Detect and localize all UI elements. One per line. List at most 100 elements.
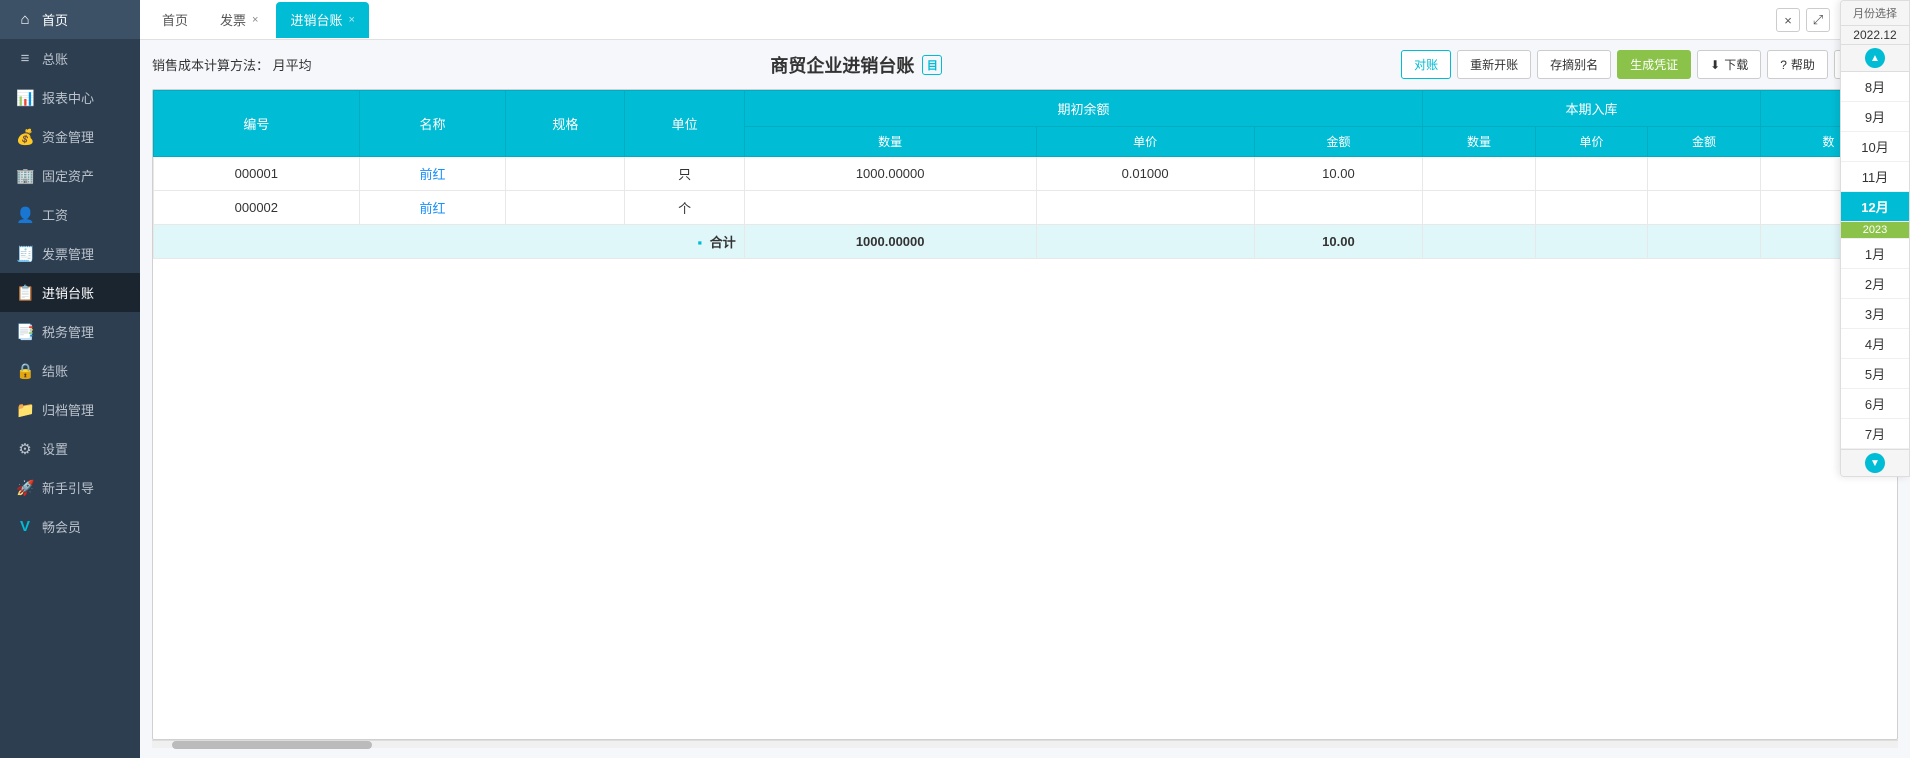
cell-inbound-price xyxy=(1535,191,1647,225)
month-item-2023-7[interactable]: 7月 xyxy=(1841,419,1909,449)
help-icon: ? xyxy=(1780,58,1787,72)
cell-spec xyxy=(506,157,625,191)
sidebar-item-label: 设置 xyxy=(42,439,68,458)
month-item-2023-1[interactable]: 1月 xyxy=(1841,239,1909,269)
tab-invoice-label: 发票 xyxy=(220,10,246,29)
total-inbound-price xyxy=(1535,225,1647,259)
close-account-icon: 🔒 xyxy=(16,362,34,380)
total-label: ▪ 合计 xyxy=(154,225,745,259)
page-title-area: 商贸企业进销台账 目 xyxy=(770,52,942,78)
tab-purchase-sales-label: 进销台账 xyxy=(290,10,342,29)
sidebar-item-assets[interactable]: 🏢 固定资产 xyxy=(0,156,140,195)
sidebar-item-ledger[interactable]: ≡ 总账 xyxy=(0,39,140,78)
sidebar-item-tax[interactable]: 📑 税务管理 xyxy=(0,312,140,351)
sidebar-item-close[interactable]: 🔒 结账 xyxy=(0,351,140,390)
cell-number: 000001 xyxy=(154,157,360,191)
cell-inbound-amount xyxy=(1648,191,1760,225)
month-item-10[interactable]: 10月 xyxy=(1841,132,1909,162)
col-unit: 单位 xyxy=(625,91,744,157)
table-row: 000001 前红 只 1000.00000 0.01000 10.00 xyxy=(154,157,1897,191)
month-item-2023-4[interactable]: 4月 xyxy=(1841,329,1909,359)
maximize-window-button[interactable]: ⤢ xyxy=(1806,8,1830,32)
sidebar-item-home[interactable]: ⌂ 首页 xyxy=(0,0,140,39)
col-inbound-qty: 数量 xyxy=(1423,127,1535,157)
sidebar-item-label: 资金管理 xyxy=(42,127,94,146)
total-inbound-qty xyxy=(1423,225,1535,259)
month-item-12[interactable]: 12月 xyxy=(1841,192,1909,222)
tab-purchase-sales[interactable]: 进销台账 × xyxy=(276,2,368,38)
month-item-2023-3[interactable]: 3月 xyxy=(1841,299,1909,329)
tax-icon: 📑 xyxy=(16,323,34,341)
month-item-11[interactable]: 11月 xyxy=(1841,162,1909,192)
cell-inbound-price xyxy=(1535,157,1647,191)
save-alias-button[interactable]: 存摘别名 xyxy=(1537,50,1611,79)
cell-number: 000002 xyxy=(154,191,360,225)
month-item-2023-6[interactable]: 6月 xyxy=(1841,389,1909,419)
total-opening-price xyxy=(1036,225,1254,259)
sidebar-item-vip[interactable]: V 畅会员 xyxy=(0,507,140,546)
vip-icon: V xyxy=(16,518,34,535)
tab-home[interactable]: 首页 xyxy=(148,2,202,38)
tab-home-label: 首页 xyxy=(162,10,188,29)
col-inbound-price: 单价 xyxy=(1535,127,1647,157)
sidebar-item-label: 工资 xyxy=(42,205,68,224)
download-button[interactable]: ⬇ 下载 xyxy=(1697,50,1761,79)
cost-method-value: 月平均 xyxy=(273,58,312,73)
horizontal-scrollbar[interactable] xyxy=(152,740,1898,748)
generate-voucher-button[interactable]: 生成凭证 xyxy=(1617,50,1691,79)
sidebar-item-label: 固定资产 xyxy=(42,166,94,185)
action-buttons: 对账 重新开账 存摘别名 生成凭证 ⬇ 下载 ? 帮助 ↻ 刷新 xyxy=(1401,50,1898,79)
name-link[interactable]: 前红 xyxy=(419,201,445,216)
month-item-2023-5[interactable]: 5月 xyxy=(1841,359,1909,389)
cell-inbound-qty xyxy=(1423,157,1535,191)
cell-opening-price: 0.01000 xyxy=(1036,157,1254,191)
cell-name: 前红 xyxy=(359,157,506,191)
month-item-9[interactable]: 9月 xyxy=(1841,102,1909,132)
name-link[interactable]: 前红 xyxy=(419,167,445,182)
month-item-2023-2[interactable]: 2月 xyxy=(1841,269,1909,299)
sidebar-item-label: 税务管理 xyxy=(42,322,94,341)
salary-icon: 👤 xyxy=(16,206,34,224)
col-spec: 规格 xyxy=(506,91,625,157)
sidebar-item-label: 畅会员 xyxy=(42,517,81,536)
month-nav-down-button[interactable]: ▼ xyxy=(1865,453,1885,473)
tab-invoice-close[interactable]: × xyxy=(252,14,258,26)
sidebar-item-funds[interactable]: 💰 资金管理 xyxy=(0,117,140,156)
month-panel: 月份选择 2022.12 ▲ 8月 9月 10月 11月 12月 2023 1月… xyxy=(1840,0,1910,477)
tab-invoice[interactable]: 发票 × xyxy=(206,2,272,38)
cell-opening-qty: 1000.00000 xyxy=(744,157,1036,191)
tab-purchase-sales-close[interactable]: × xyxy=(348,14,354,26)
cell-opening-qty xyxy=(744,191,1036,225)
sidebar-item-salary[interactable]: 👤 工资 xyxy=(0,195,140,234)
settings-icon: ⚙ xyxy=(16,440,34,458)
home-icon: ⌂ xyxy=(16,11,34,28)
cell-name: 前红 xyxy=(359,191,506,225)
reopen-button[interactable]: 重新开账 xyxy=(1457,50,1531,79)
help-button[interactable]: ? 帮助 xyxy=(1767,50,1828,79)
close-window-button[interactable]: × xyxy=(1776,8,1800,32)
month-panel-title: 月份选择 xyxy=(1841,1,1909,26)
cell-opening-price xyxy=(1036,191,1254,225)
month-panel-nav-up: ▲ xyxy=(1841,45,1909,72)
sidebar-item-guide[interactable]: 🚀 新手引导 xyxy=(0,468,140,507)
month-item-8[interactable]: 8月 xyxy=(1841,72,1909,102)
reconcile-button[interactable]: 对账 xyxy=(1401,50,1451,79)
sidebar-item-reports[interactable]: 📊 报表中心 xyxy=(0,78,140,117)
table-wrapper: 编号 名称 规格 单位 期初余额 本期入库 数量 单价 金额 数量 单价 xyxy=(152,89,1898,740)
col-number: 编号 xyxy=(154,91,360,157)
sidebar-item-settings[interactable]: ⚙ 设置 xyxy=(0,429,140,468)
table-row: 000002 前红 个 xyxy=(154,191,1897,225)
sidebar-item-purchase-sales[interactable]: 📋 进销台账 xyxy=(0,273,140,312)
title-info-icon[interactable]: 目 xyxy=(922,55,942,75)
tab-bar: 首页 发票 × 进销台账 × xyxy=(140,0,1910,40)
sidebar-item-invoice-mgmt[interactable]: 🧾 发票管理 xyxy=(0,234,140,273)
col-opening-qty: 数量 xyxy=(744,127,1036,157)
month-panel-nav-down: ▼ xyxy=(1841,449,1909,476)
total-inbound-amount xyxy=(1648,225,1760,259)
col-inbound-amount: 金额 xyxy=(1648,127,1760,157)
month-nav-up-button[interactable]: ▲ xyxy=(1865,48,1885,68)
scrollbar-thumb[interactable] xyxy=(172,741,372,749)
archive-icon: 📁 xyxy=(16,401,34,419)
sidebar-item-label: 结账 xyxy=(42,361,68,380)
sidebar-item-archive[interactable]: 📁 归档管理 xyxy=(0,390,140,429)
